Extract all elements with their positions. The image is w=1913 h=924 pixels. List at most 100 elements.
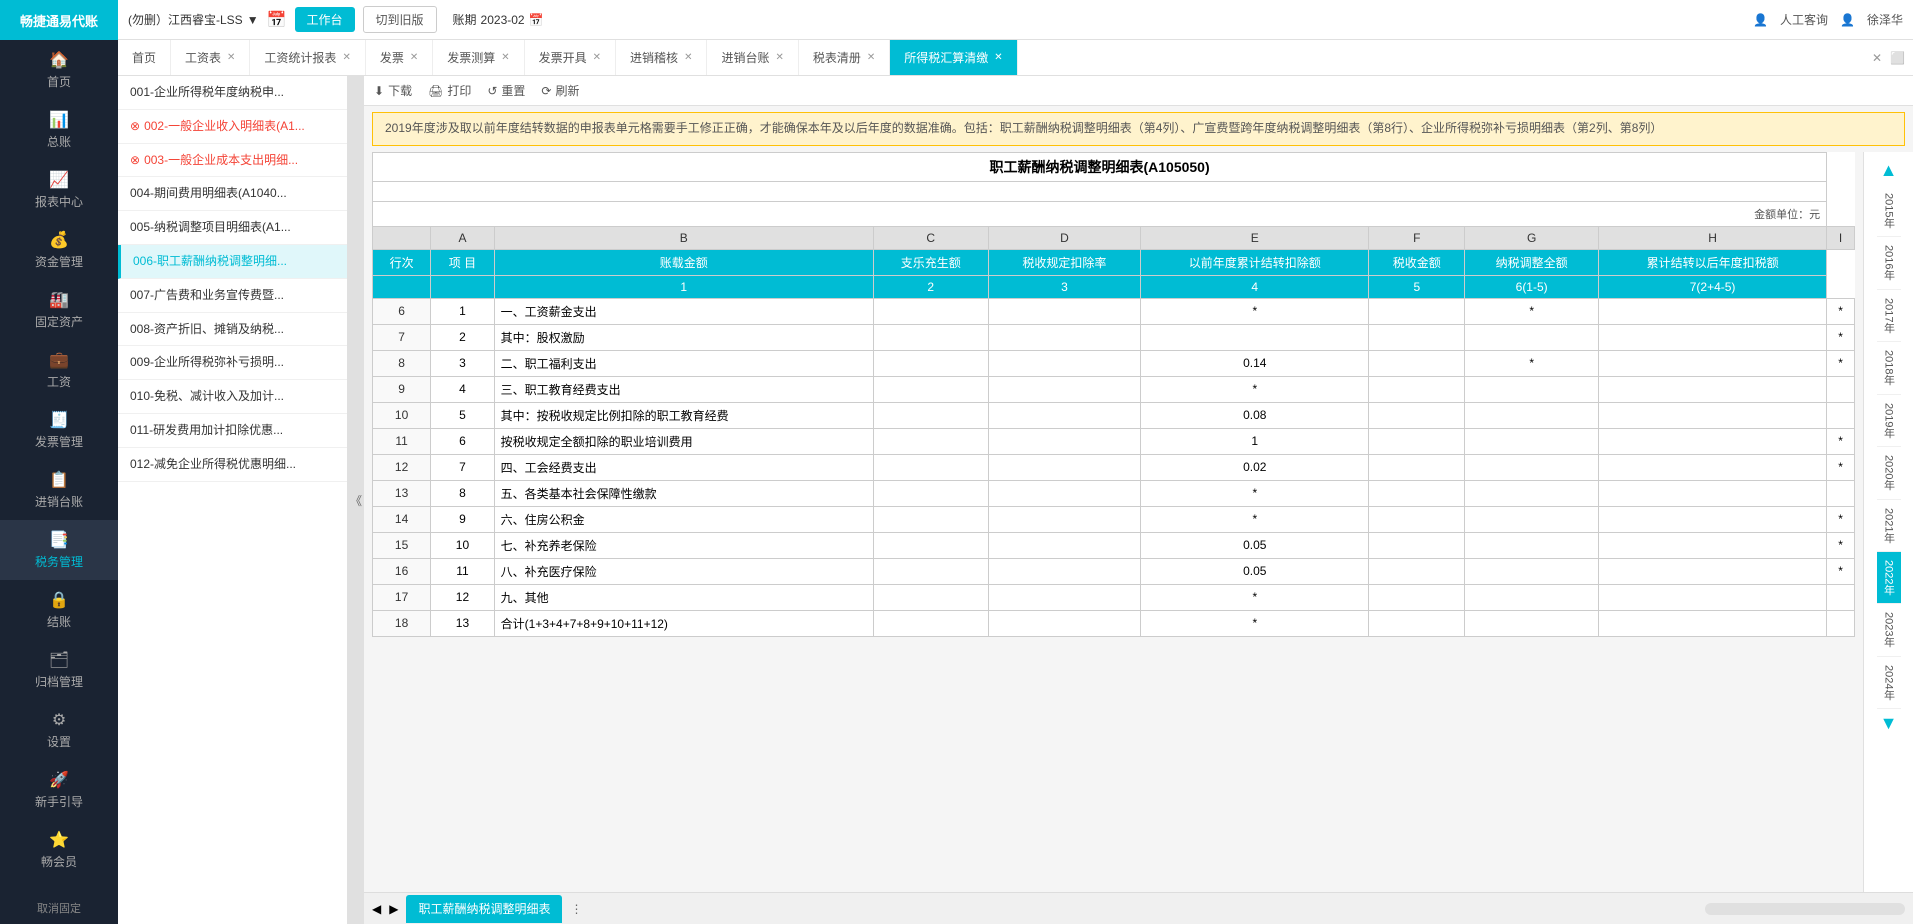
col-h[interactable] bbox=[1599, 480, 1827, 506]
col-h[interactable] bbox=[1599, 402, 1827, 428]
tab-close-invoice-tab[interactable]: ✕ bbox=[410, 52, 418, 63]
tab-purchase-ledger-tab[interactable]: 进销台账✕ bbox=[707, 40, 798, 76]
col-i[interactable] bbox=[1827, 402, 1855, 428]
col-h[interactable] bbox=[1599, 584, 1827, 610]
period-calendar-icon[interactable]: 📅 bbox=[529, 13, 544, 27]
col-i[interactable]: * bbox=[1827, 558, 1855, 584]
form-list-item-003[interactable]: ⊗003-一般企业成本支出明细... bbox=[118, 144, 347, 178]
col-f[interactable] bbox=[1369, 402, 1465, 428]
col-f[interactable] bbox=[1369, 298, 1465, 324]
form-list-item-006[interactable]: 006-职工薪酬纳税调整明细... bbox=[118, 245, 347, 279]
sidebar-item-tax-mgmt[interactable]: 📑税务管理 bbox=[0, 520, 118, 580]
col-c[interactable] bbox=[873, 402, 988, 428]
sidebar-item-ledger[interactable]: 📊总账 bbox=[0, 100, 118, 160]
col-g[interactable] bbox=[1465, 584, 1599, 610]
col-i[interactable] bbox=[1827, 376, 1855, 402]
col-e[interactable]: 0.05 bbox=[1141, 558, 1369, 584]
col-f[interactable] bbox=[1369, 324, 1465, 350]
col-h[interactable] bbox=[1599, 350, 1827, 376]
col-f[interactable] bbox=[1369, 558, 1465, 584]
col-i[interactable]: * bbox=[1827, 506, 1855, 532]
col-d[interactable] bbox=[988, 584, 1141, 610]
col-f[interactable] bbox=[1369, 610, 1465, 636]
workbench-button[interactable]: 工作台 bbox=[295, 7, 355, 32]
refresh-button[interactable]: ⟳ 刷新 bbox=[541, 82, 579, 99]
col-e[interactable] bbox=[1141, 324, 1369, 350]
col-d[interactable] bbox=[988, 506, 1141, 532]
sidebar-footer-cancel-pin[interactable]: 取消固定 bbox=[0, 892, 118, 924]
sidebar-item-fixed-assets[interactable]: 🏭固定资产 bbox=[0, 280, 118, 340]
col-d[interactable] bbox=[988, 454, 1141, 480]
sidebar-item-closing[interactable]: 🔒结账 bbox=[0, 580, 118, 640]
col-c[interactable] bbox=[873, 324, 988, 350]
year-nav-down-button[interactable]: ▼ bbox=[1876, 709, 1902, 738]
col-h[interactable] bbox=[1599, 506, 1827, 532]
form-list-item-011[interactable]: 011-研发费用加计扣除优惠... bbox=[118, 414, 347, 448]
col-e[interactable]: * bbox=[1141, 506, 1369, 532]
col-f[interactable] bbox=[1369, 428, 1465, 454]
support-label[interactable]: 人工客询 bbox=[1780, 11, 1828, 28]
tab-purchase-verify-tab[interactable]: 进销稽核✕ bbox=[616, 40, 707, 76]
year-item-2017年[interactable]: 2017年 bbox=[1877, 290, 1901, 342]
back-old-button[interactable]: 切到旧版 bbox=[363, 6, 437, 33]
tab-close-purchase-ledger-tab[interactable]: ✕ bbox=[775, 52, 783, 63]
col-f[interactable] bbox=[1369, 376, 1465, 402]
col-e[interactable]: 1 bbox=[1141, 428, 1369, 454]
col-e[interactable]: 0.02 bbox=[1141, 454, 1369, 480]
col-g[interactable]: * bbox=[1465, 298, 1599, 324]
col-g[interactable] bbox=[1465, 324, 1599, 350]
col-d[interactable] bbox=[988, 532, 1141, 558]
year-item-2016年[interactable]: 2016年 bbox=[1877, 237, 1901, 289]
col-h[interactable] bbox=[1599, 428, 1827, 454]
col-g[interactable] bbox=[1465, 454, 1599, 480]
col-d[interactable] bbox=[988, 428, 1141, 454]
col-d[interactable] bbox=[988, 376, 1141, 402]
bottom-sheet-tab[interactable]: 职工薪酬纳税调整明细表 bbox=[406, 895, 562, 923]
year-item-2015年[interactable]: 2015年 bbox=[1877, 185, 1901, 237]
col-e[interactable]: 0.05 bbox=[1141, 532, 1369, 558]
col-c[interactable] bbox=[873, 350, 988, 376]
year-item-2023年[interactable]: 2023年 bbox=[1877, 604, 1901, 656]
col-g[interactable] bbox=[1465, 428, 1599, 454]
col-d[interactable] bbox=[988, 298, 1141, 324]
collapse-panel-button[interactable]: 《 bbox=[348, 76, 364, 924]
col-g[interactable]: * bbox=[1465, 350, 1599, 376]
tab-close-income-tax-tab[interactable]: ✕ bbox=[994, 52, 1002, 63]
user-label[interactable]: 徐泽华 bbox=[1867, 11, 1903, 28]
col-i[interactable]: * bbox=[1827, 428, 1855, 454]
col-g[interactable] bbox=[1465, 480, 1599, 506]
tab-home-tab[interactable]: 首页 bbox=[118, 40, 171, 76]
year-item-2024年[interactable]: 2024年 bbox=[1877, 657, 1901, 709]
col-f[interactable] bbox=[1369, 454, 1465, 480]
tab-close-payroll-stats-tab[interactable]: ✕ bbox=[342, 52, 350, 63]
sidebar-item-invoice-mgmt[interactable]: 🧾发票管理 bbox=[0, 400, 118, 460]
sidebar-item-sales-ledger[interactable]: 📋进销台账 bbox=[0, 460, 118, 520]
col-f[interactable] bbox=[1369, 480, 1465, 506]
form-list-item-012[interactable]: 012-减免企业所得税优惠明细... bbox=[118, 448, 347, 482]
col-d[interactable] bbox=[988, 558, 1141, 584]
tab-invoice-tab[interactable]: 发票✕ bbox=[366, 40, 433, 76]
scroll-bar-area[interactable] bbox=[1705, 903, 1905, 915]
scroll-right-icon[interactable]: ▶ bbox=[389, 902, 398, 916]
sheet-options-icon[interactable]: ⋮ bbox=[570, 902, 582, 916]
form-list-item-001[interactable]: 001-企业所得税年度纳税申... bbox=[118, 76, 347, 110]
reset-button[interactable]: ↺ 重置 bbox=[487, 82, 525, 99]
col-g[interactable] bbox=[1465, 402, 1599, 428]
sidebar-item-assets-mgmt[interactable]: 💰资金管理 bbox=[0, 220, 118, 280]
form-list-item-008[interactable]: 008-资产折旧、摊销及纳税... bbox=[118, 313, 347, 347]
col-e[interactable]: 0.08 bbox=[1141, 402, 1369, 428]
sidebar-item-payroll[interactable]: 💼工资 bbox=[0, 340, 118, 400]
year-item-2021年[interactable]: 2021年 bbox=[1877, 500, 1901, 552]
form-list-item-007[interactable]: 007-广告费和业务宣传费暨... bbox=[118, 279, 347, 313]
col-c[interactable] bbox=[873, 298, 988, 324]
tab-close-invoice-calc-tab[interactable]: ✕ bbox=[501, 52, 509, 63]
col-i[interactable]: * bbox=[1827, 532, 1855, 558]
col-i[interactable]: * bbox=[1827, 324, 1855, 350]
col-i[interactable]: * bbox=[1827, 350, 1855, 376]
form-list-item-004[interactable]: 004-期间费用明细表(A1040... bbox=[118, 177, 347, 211]
col-c[interactable] bbox=[873, 454, 988, 480]
col-e[interactable]: * bbox=[1141, 376, 1369, 402]
col-i[interactable]: * bbox=[1827, 298, 1855, 324]
tab-close-invoice-open-tab[interactable]: ✕ bbox=[593, 52, 601, 63]
col-i[interactable] bbox=[1827, 584, 1855, 610]
